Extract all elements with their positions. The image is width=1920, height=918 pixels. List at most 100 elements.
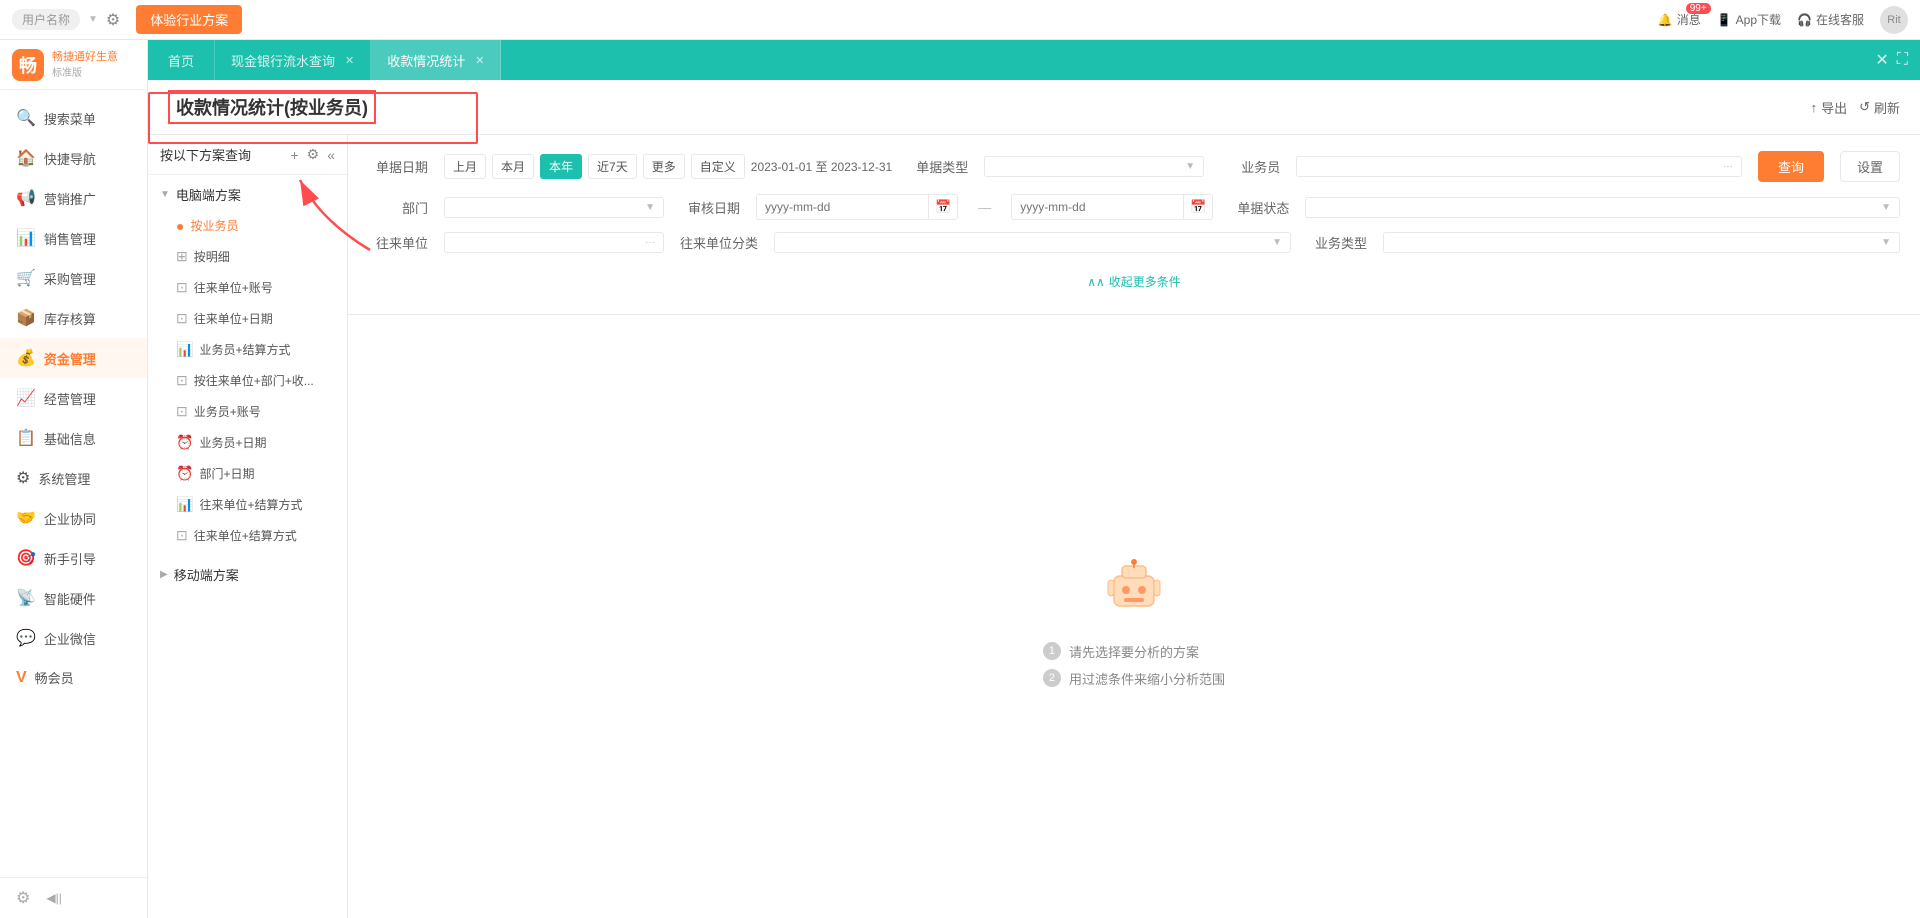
- footer-settings-icon[interactable]: ⚙: [16, 888, 30, 908]
- coop-icon: 🤝: [16, 508, 36, 528]
- audit-date-from-input[interactable]: [757, 196, 928, 218]
- empty-tip-1: 1 请先选择要分析的方案: [1043, 642, 1225, 661]
- scheme-item-partner-settle1[interactable]: 📊 往来单位+结算方式: [148, 489, 347, 520]
- salesman-account-icon: ⊡: [176, 403, 188, 420]
- scheme-label-by-salesman: 按业务员: [190, 217, 238, 234]
- tab-expand-icon[interactable]: ⛶: [1897, 51, 1908, 69]
- scheme-item-salesman-account[interactable]: ⊡ 业务员+账号: [148, 396, 347, 427]
- scheme-item-partner-date[interactable]: ⊡ 往来单位+日期: [148, 303, 347, 334]
- date-btn-more[interactable]: 更多: [643, 154, 685, 179]
- sidebar-item-wechat[interactable]: 💬 企业微信: [0, 618, 147, 658]
- scheme-item-by-detail[interactable]: ⊞ 按明细: [148, 241, 347, 272]
- service-icon: 🎧: [1797, 13, 1812, 27]
- salesman-label: 业务员: [1220, 157, 1280, 176]
- sidebar-item-search[interactable]: 🔍 搜索菜单: [0, 98, 147, 138]
- scheme-item-partner-settle2[interactable]: ⊡ 往来单位+结算方式: [148, 520, 347, 551]
- sidebar-item-inventory[interactable]: 📦 库存核算: [0, 298, 147, 338]
- salesman-select[interactable]: ···: [1296, 156, 1742, 177]
- sidebar-label-marketing: 营销推广: [44, 189, 96, 208]
- partner-select[interactable]: ···: [444, 232, 664, 253]
- scheme-item-partner-account[interactable]: ⊡ 往来单位+账号: [148, 272, 347, 303]
- download-icon: 📱: [1717, 13, 1732, 27]
- left-panel-header-actions: + ⚙ «: [290, 146, 335, 163]
- doc-type-dropdown-icon: ▼: [1185, 161, 1195, 172]
- sidebar-item-operation[interactable]: 📈 经营管理: [0, 378, 147, 418]
- avatar[interactable]: Rit: [1880, 6, 1908, 34]
- scheme-item-dept-date[interactable]: ⏰ 部门+日期: [148, 458, 347, 489]
- detail-icon: ⊞: [176, 248, 188, 265]
- date-btn-last-month[interactable]: 上月: [444, 154, 486, 179]
- set-button[interactable]: 设置: [1840, 151, 1900, 182]
- tab-close-all-icon[interactable]: ✕: [1875, 50, 1888, 70]
- date-btn-this-year[interactable]: 本年: [540, 154, 582, 179]
- scheme-item-by-salesman[interactable]: ● 按业务员: [148, 210, 347, 241]
- tab-receipts-label: 收款情况统计: [387, 51, 465, 70]
- messages-button[interactable]: 🔔 消息 99+: [1658, 11, 1701, 28]
- sidebar-item-system[interactable]: ⚙ 系统管理: [0, 458, 147, 498]
- sidebar-label-guide: 新手引导: [44, 549, 96, 568]
- business-type-select[interactable]: ▼: [1383, 232, 1900, 253]
- refresh-label: 刷新: [1874, 98, 1900, 117]
- desktop-scheme-group-header[interactable]: ▼ 电脑端方案: [148, 179, 347, 210]
- scheme-item-salesman-settle[interactable]: 📊 业务员+结算方式: [148, 334, 347, 365]
- doc-type-select[interactable]: ▼: [984, 156, 1204, 177]
- sidebar-item-guide[interactable]: 🎯 新手引导: [0, 538, 147, 578]
- partner-category-select[interactable]: ▼: [774, 232, 1291, 253]
- sidebar-label-purchase: 采购管理: [44, 269, 96, 288]
- trial-button[interactable]: 体验行业方案: [136, 5, 242, 34]
- bell-icon: 🔔: [1658, 13, 1673, 27]
- sidebar-item-basic[interactable]: 📋 基础信息: [0, 418, 147, 458]
- add-scheme-icon[interactable]: +: [290, 147, 298, 163]
- scheme-settings-icon[interactable]: ⚙: [307, 146, 320, 163]
- sidebar-item-quicknav[interactable]: 🏠 快捷导航: [0, 138, 147, 178]
- doc-status-dropdown-icon: ▼: [1881, 202, 1891, 213]
- collapse-up-icon: ∧∧: [1087, 275, 1105, 289]
- export-button[interactable]: ↑ 导出: [1811, 98, 1848, 117]
- left-panel-header: 按以下方案查询 + ⚙ «: [148, 135, 347, 175]
- export-icon: ↑: [1811, 100, 1818, 115]
- partner-more-icon[interactable]: ···: [645, 237, 655, 248]
- panel-collapse-icon[interactable]: «: [327, 147, 335, 163]
- salesman-date-icon: ⏰: [176, 434, 193, 451]
- scheme-item-salesman-date[interactable]: ⏰ 业务员+日期: [148, 427, 347, 458]
- dropdown-arrow-icon[interactable]: ▼: [88, 14, 98, 25]
- settings-icon[interactable]: ⚙: [106, 10, 120, 30]
- app-download-button[interactable]: 📱 App下载: [1717, 11, 1781, 28]
- logo-text: 畅捷通好生意: [52, 50, 118, 64]
- audit-to-calendar-icon[interactable]: 📅: [1183, 195, 1212, 219]
- refresh-button[interactable]: ↺ 刷新: [1859, 98, 1900, 117]
- footer-collapse-icon[interactable]: ◀||: [46, 891, 61, 905]
- online-service-button[interactable]: 🎧 在线客服: [1797, 11, 1864, 28]
- tab-home[interactable]: 首页: [148, 40, 215, 80]
- sidebar-label-sales: 销售管理: [44, 229, 96, 248]
- date-btn-7days[interactable]: 近7天: [588, 154, 637, 179]
- sidebar-item-finance[interactable]: 💰 资金管理: [0, 338, 147, 378]
- empty-tips: 1 请先选择要分析的方案 2 用过滤条件来缩小分析范围: [1043, 642, 1225, 688]
- sidebar-item-vip[interactable]: V 畅会员: [0, 658, 147, 697]
- user-label: 用户名称: [12, 9, 80, 30]
- scheme-item-partner-dept-collect[interactable]: ⊡ 按往来单位+部门+收...: [148, 365, 347, 396]
- date-btn-custom[interactable]: 自定义: [691, 154, 745, 179]
- doc-status-select[interactable]: ▼: [1305, 197, 1900, 218]
- sidebar-item-hardware[interactable]: 📡 智能硬件: [0, 578, 147, 618]
- tab-bank[interactable]: 现金银行流水查询 ✕: [215, 40, 371, 80]
- collapse-bar[interactable]: ∧∧ 收起更多条件: [368, 265, 1900, 298]
- sidebar-item-coop[interactable]: 🤝 企业协同: [0, 498, 147, 538]
- avatar-text: Rit: [1880, 6, 1908, 34]
- tab-receipts-close[interactable]: ✕: [475, 54, 484, 67]
- tip-num-2: 2: [1043, 669, 1061, 687]
- dept-select[interactable]: ▼: [444, 197, 664, 218]
- tab-receipts[interactable]: 收款情况统计 ✕: [371, 40, 501, 80]
- sidebar-item-purchase[interactable]: 🛒 采购管理: [0, 258, 147, 298]
- audit-date-to-input[interactable]: [1012, 196, 1183, 218]
- sidebar-item-sales[interactable]: 📊 销售管理: [0, 218, 147, 258]
- sidebar-item-marketing[interactable]: 📢 营销推广: [0, 178, 147, 218]
- collapse-label: 收起更多条件: [1109, 273, 1181, 290]
- audit-from-calendar-icon[interactable]: 📅: [928, 195, 957, 219]
- date-btn-this-month[interactable]: 本月: [492, 154, 534, 179]
- tab-bank-close[interactable]: ✕: [345, 54, 354, 67]
- main-content: 首页 现金银行流水查询 ✕ 收款情况统计 ✕ ✕ ⛶ 收款情况统计(按业务员) …: [148, 40, 1920, 918]
- query-button[interactable]: 查询: [1758, 151, 1824, 182]
- mobile-scheme-group-header[interactable]: ▶ 移动端方案: [148, 559, 347, 590]
- partner-settle2-icon: ⊡: [176, 527, 188, 544]
